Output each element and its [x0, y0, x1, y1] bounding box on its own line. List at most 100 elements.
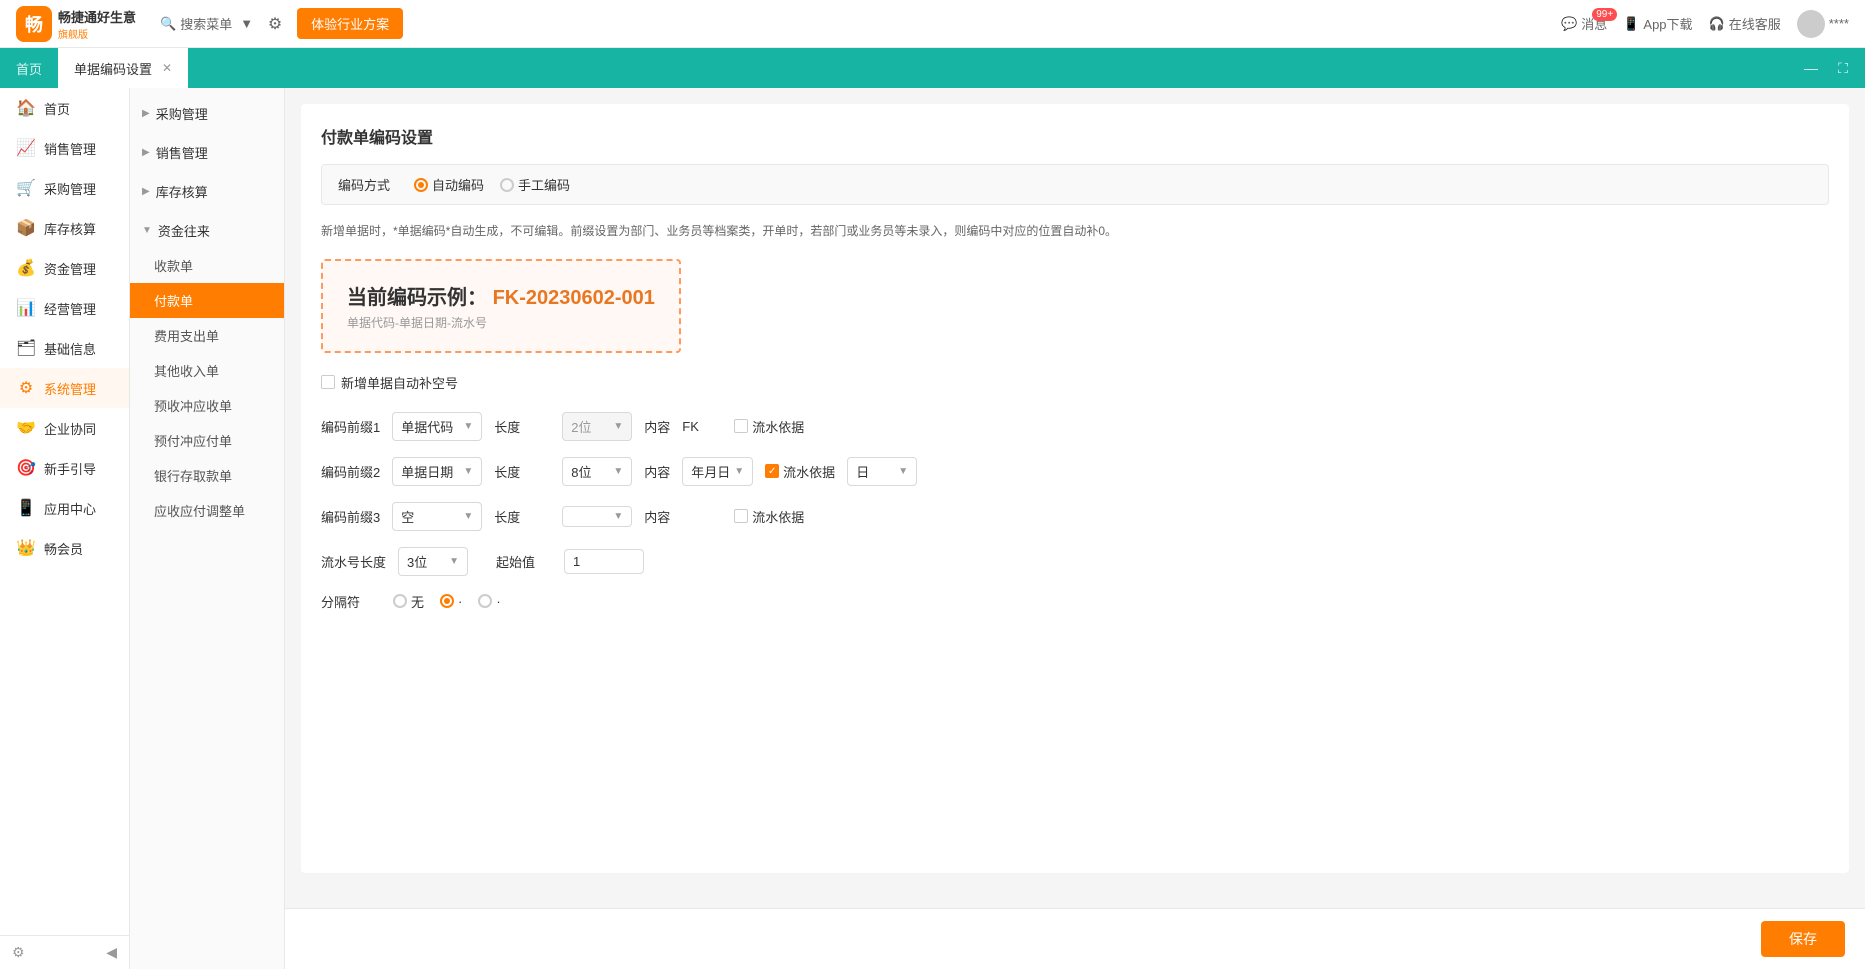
sidebar-item-inventory[interactable]: 📦 库存核算 — [0, 208, 129, 248]
newguide-icon: 🎯 — [16, 458, 36, 478]
content2-select[interactable]: 年月日 ▼ — [682, 457, 753, 486]
sep-none-radio[interactable] — [393, 594, 407, 608]
sub-item-receipt[interactable]: 收款单 — [130, 248, 284, 283]
auto-fill-row: 新增单据自动补空号 — [321, 373, 1829, 392]
app-download[interactable]: 📱 App下载 — [1623, 14, 1692, 33]
prefix3-select[interactable]: 空 ▼ — [392, 502, 482, 531]
app-download-label: App下载 — [1643, 14, 1692, 33]
sidebar: 🏠 首页 📈 销售管理 🛒 采购管理 📦 库存核算 💰 资金管理 📊 经营管理 … — [0, 88, 130, 969]
flow1-checkbox[interactable] — [734, 419, 748, 433]
chevron-right-icon: ▶ — [142, 108, 150, 119]
sidebar-item-cooperation[interactable]: 🤝 企业协同 — [0, 408, 129, 448]
sub-item-payment[interactable]: 付款单 — [130, 283, 284, 318]
tab-expand-btns: — ⛶ — [1797, 54, 1865, 82]
tab-close-icon[interactable]: ✕ — [162, 61, 172, 75]
coding-radio-group: 自动编码 手工编码 — [414, 175, 570, 194]
sidebar-item-system[interactable]: ⚙ 系统管理 — [0, 368, 129, 408]
settings-icon[interactable]: ⚙ — [261, 10, 289, 38]
code-example-label: 当前编码示例： — [347, 287, 487, 309]
sidebar-collapse-icon[interactable]: ◀ — [106, 944, 117, 961]
auto-code-radio[interactable] — [414, 178, 428, 192]
sep-dot-radio[interactable] — [440, 594, 454, 608]
trial-button[interactable]: 体验行业方案 — [297, 8, 403, 39]
sidebar-item-basic[interactable]: 🗂 基础信息 — [0, 328, 129, 368]
manual-code-radio[interactable] — [500, 178, 514, 192]
flow2-check[interactable]: ✓ 流水依据 — [765, 462, 835, 481]
sub-group-sales-label: 销售管理 — [156, 143, 208, 162]
sidebar-item-operation[interactable]: 📊 经营管理 — [0, 288, 129, 328]
prefix3-row: 编码前缀3 空 ▼ 长度 ▼ 内容 流水依据 — [321, 502, 1829, 531]
sidebar-item-member[interactable]: 👑 畅会员 — [0, 528, 129, 568]
tab-code-settings[interactable]: 单据编码设置 ✕ — [58, 48, 188, 88]
sep-dash-option[interactable]: · — [478, 594, 500, 609]
serial-length-select[interactable]: 3位 ▼ — [398, 547, 468, 576]
sidebar-item-purchase[interactable]: 🛒 采购管理 — [0, 168, 129, 208]
serial-length-arrow-icon: ▼ — [449, 556, 459, 567]
message-area[interactable]: 💬 消息 99+ — [1561, 14, 1607, 33]
sub-item-income[interactable]: 其他收入单 — [130, 353, 284, 388]
flow1-check[interactable]: 流水依据 — [734, 417, 804, 436]
top-header: 畅 畅捷通好生意 旗舰版 🔍 搜索菜单 ▼ ⚙ 体验行业方案 💬 消息 99+ … — [0, 0, 1865, 48]
coding-method-label: 编码方式 — [338, 175, 390, 194]
purchase-icon: 🛒 — [16, 178, 36, 198]
manual-code-option[interactable]: 手工编码 — [500, 175, 570, 194]
auto-fill-checkbox[interactable] — [321, 375, 335, 389]
message-badge: 99+ — [1592, 8, 1617, 21]
sidebar-settings-icon[interactable]: ⚙ — [12, 944, 25, 961]
sidebar-item-home[interactable]: 🏠 首页 — [0, 88, 129, 128]
user-info[interactable]: **** — [1797, 10, 1849, 38]
save-button[interactable]: 保存 — [1761, 921, 1845, 957]
sidebar-item-finance[interactable]: 💰 资金管理 — [0, 248, 129, 288]
sidebar-item-newguide[interactable]: 🎯 新手引导 — [0, 448, 129, 488]
prefix1-select[interactable]: 单据代码 ▼ — [392, 412, 482, 441]
sidebar-purchase-label: 采购管理 — [44, 179, 96, 198]
length3-select[interactable]: ▼ — [562, 506, 632, 527]
sub-item-expense[interactable]: 费用支出单 — [130, 318, 284, 353]
flow3-check[interactable]: 流水依据 — [734, 507, 804, 526]
search-icon: 🔍 — [160, 16, 176, 32]
length2-value: 8位 — [571, 462, 591, 481]
flow2-unit-select[interactable]: 日 ▼ — [847, 457, 917, 486]
system-icon: ⚙ — [16, 378, 36, 398]
sidebar-bottom: ⚙ ◀ — [0, 935, 129, 969]
length1-select[interactable]: 2位 ▼ — [562, 412, 632, 441]
flow3-label: 流水依据 — [752, 507, 804, 526]
sep-dot-option[interactable]: · — [440, 594, 462, 609]
auto-code-label: 自动编码 — [432, 175, 484, 194]
sub-item-prepay-offset[interactable]: 预收冲应收单 — [130, 388, 284, 423]
sub-group-purchase-header[interactable]: ▶ 采购管理 — [130, 96, 284, 131]
expand-icon[interactable]: ⛶ — [1829, 54, 1857, 82]
sub-group-finance-header[interactable]: ▼ 资金往来 — [130, 213, 284, 248]
start-value-input[interactable] — [564, 549, 644, 574]
sidebar-home-label: 首页 — [44, 99, 70, 118]
flow2-checkbox[interactable]: ✓ — [765, 464, 779, 478]
nav-dropdown[interactable]: ▼ — [240, 16, 253, 31]
sidebar-appcenter-label: 应用中心 — [44, 499, 96, 518]
online-service[interactable]: 🎧 在线客服 — [1709, 14, 1781, 33]
minimize-icon[interactable]: — — [1797, 54, 1825, 82]
sub-item-bank[interactable]: 银行存取款单 — [130, 458, 284, 493]
flow3-checkbox[interactable] — [734, 509, 748, 523]
sidebar-sales-label: 销售管理 — [44, 139, 96, 158]
search-menu[interactable]: 🔍 搜索菜单 — [160, 14, 232, 33]
tab-home[interactable]: 首页 — [0, 48, 58, 88]
content-card: 付款单编码设置 编码方式 自动编码 手工编码 — [301, 104, 1849, 873]
sub-item-adjustment[interactable]: 应收应付调整单 — [130, 493, 284, 528]
sub-group-inventory-header[interactable]: ▶ 库存核算 — [130, 174, 284, 209]
sidebar-item-sales[interactable]: 📈 销售管理 — [0, 128, 129, 168]
length2-select[interactable]: 8位 ▼ — [562, 457, 632, 486]
chevron-right-icon2: ▶ — [142, 147, 150, 158]
logo-area: 畅 畅捷通好生意 旗舰版 — [16, 6, 136, 42]
serial-length-value: 3位 — [407, 552, 427, 571]
sub-item-advance-offset[interactable]: 预付冲应付单 — [130, 423, 284, 458]
sub-group-sales-header[interactable]: ▶ 销售管理 — [130, 135, 284, 170]
sidebar-inventory-label: 库存核算 — [44, 219, 96, 238]
sub-group-sales: ▶ 销售管理 — [130, 135, 284, 170]
sidebar-item-appcenter[interactable]: 📱 应用中心 — [0, 488, 129, 528]
sep-none-label: 无 — [411, 592, 424, 611]
sep-dash-radio[interactable] — [478, 594, 492, 608]
prefix2-select[interactable]: 单据日期 ▼ — [392, 457, 482, 486]
auto-code-option[interactable]: 自动编码 — [414, 175, 484, 194]
finance-icon: 💰 — [16, 258, 36, 278]
sep-none-option[interactable]: 无 — [393, 592, 424, 611]
